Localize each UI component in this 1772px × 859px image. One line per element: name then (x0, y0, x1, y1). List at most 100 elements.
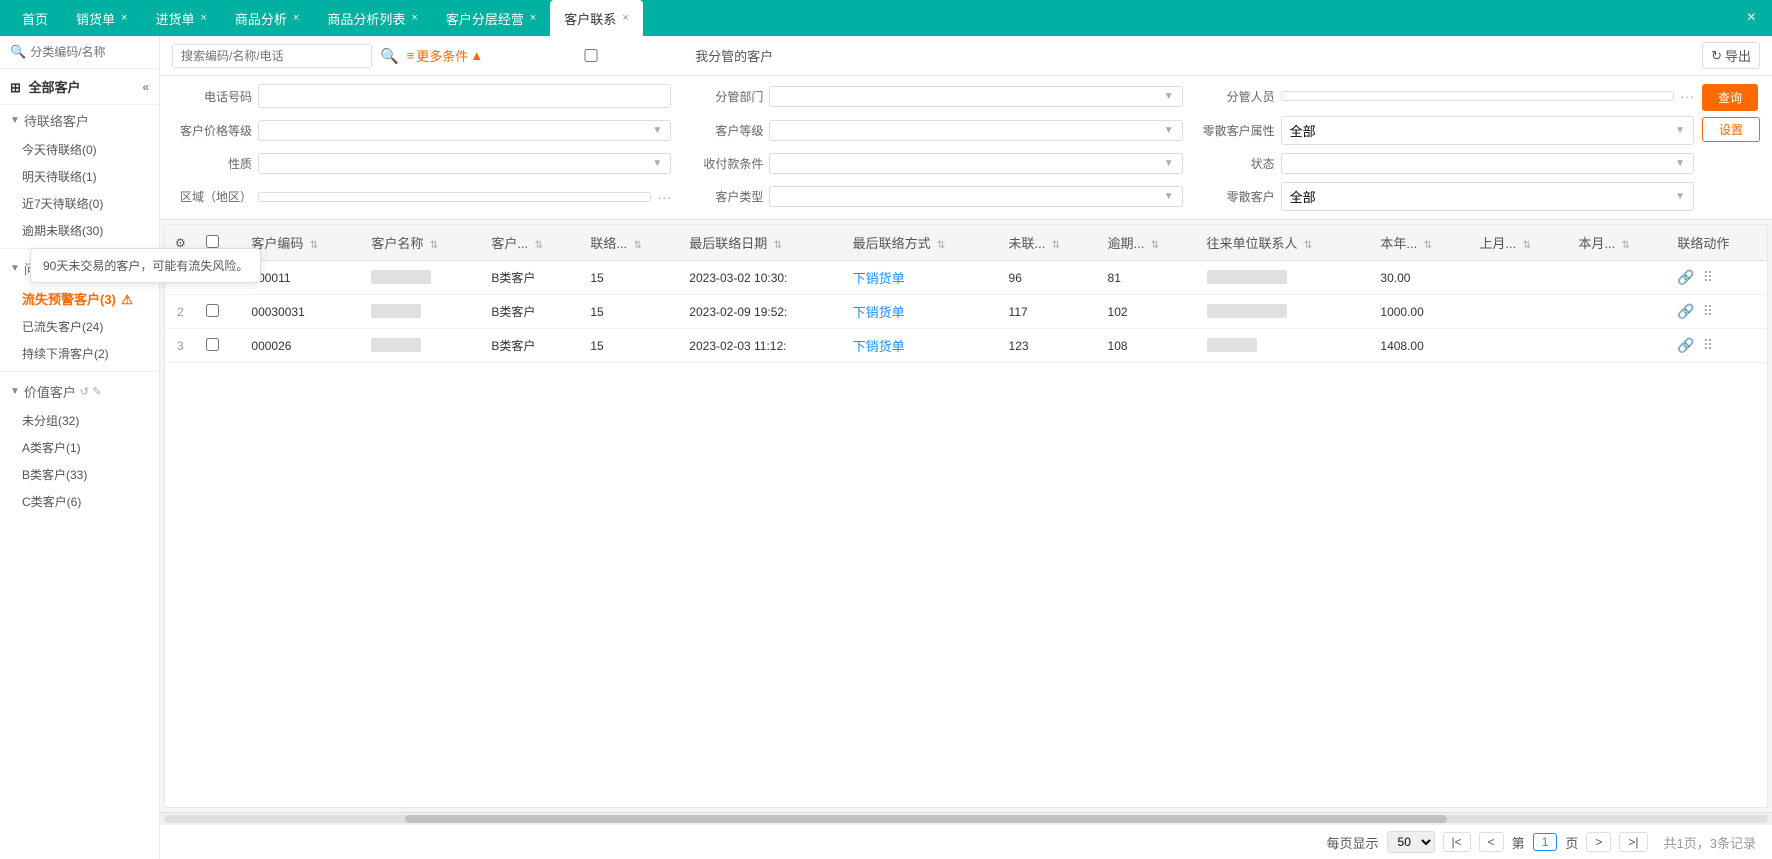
th-uncontacted[interactable]: 未联... ⇅ (999, 225, 1098, 261)
status-select[interactable]: ▼ (1281, 153, 1694, 174)
tab-purchase-order-label: 进货单 (155, 9, 194, 28)
sidebar-item-churned[interactable]: 已流失客户(24) (0, 313, 159, 340)
phone-input[interactable] (258, 84, 671, 108)
row-last-contact-way: 下销货单 (843, 295, 999, 329)
person-more-icon[interactable]: ··· (1680, 88, 1694, 104)
filter-bar: 🔍 ≡ 更多条件 ▲ 我分管的客户 ↻ 导出 (160, 36, 1772, 76)
sidebar-item-declining[interactable]: 持续下滑客户(2) (0, 340, 159, 367)
tab-sales-order[interactable]: 销货单 × (62, 0, 141, 36)
close-tab-sales-order[interactable]: × (121, 12, 127, 24)
row-checkbox[interactable] (206, 304, 219, 317)
th-customer-type[interactable]: 客户... ⇅ (481, 225, 580, 261)
query-button[interactable]: 查询 (1702, 84, 1758, 111)
last-contact-way-link[interactable]: 下销货单 (853, 305, 905, 320)
row-overdue: 108 (1098, 329, 1197, 363)
filter-row-3: 性质 ▼ 收付款条件 ▼ 状态 (172, 153, 1694, 174)
sidebar-item-class-c[interactable]: C类客户(6) (0, 488, 159, 515)
more-conditions-btn[interactable]: ≡ 更多条件 ▲ (407, 46, 483, 65)
th-overdue[interactable]: 逾期... ⇅ (1098, 225, 1197, 261)
value-group-edit-icon[interactable]: ↺ ✎ (80, 385, 102, 398)
th-last-contact-date[interactable]: 最后联络日期 ⇅ (679, 225, 842, 261)
sidebar-item-today-pending[interactable]: 今天待联络(0) (0, 136, 159, 163)
tab-purchase-order[interactable]: 进货单 × (141, 0, 220, 36)
sidebar-item-tomorrow-pending[interactable]: 明天待联络(1) (0, 163, 159, 190)
sidebar-search-input[interactable] (30, 45, 149, 59)
action-menu-icon[interactable]: ⠿ (1703, 303, 1713, 320)
search-input[interactable] (172, 44, 372, 68)
tab-product-analysis[interactable]: 商品分析 × (221, 0, 313, 36)
sidebar-group-pending[interactable]: ▼ 待联络客户 (0, 105, 159, 136)
th-name[interactable]: 客户名称 ⇅ (361, 225, 481, 261)
th-last-month[interactable]: 上月... ⇅ (1469, 225, 1568, 261)
prev-page-btn[interactable]: < (1479, 832, 1504, 852)
my-customers-checkbox-area[interactable]: 我分管的客户 (491, 46, 773, 65)
tab-customer-tier[interactable]: 客户分层经营 × (432, 0, 550, 36)
close-tab-purchase-order[interactable]: × (200, 12, 206, 24)
sidebar-all-customers[interactable]: ⊞ 全部客户 « (0, 69, 159, 105)
row-this-month (1568, 295, 1667, 329)
row-contacts (1197, 261, 1371, 295)
row-contacts (1197, 295, 1371, 329)
tab-product-analysis-list[interactable]: 商品分析列表 × (313, 0, 431, 36)
my-customers-checkbox[interactable] (491, 49, 691, 62)
filter-bar-right: ↻ 导出 (1702, 42, 1760, 69)
action-link-icon[interactable]: 🔗 (1677, 337, 1694, 354)
close-tab-customer-tier[interactable]: × (530, 12, 536, 24)
nature-select[interactable]: ▼ (258, 153, 671, 174)
customer-level-select[interactable]: ▼ (769, 120, 1182, 141)
sidebar-item-overdue-uncontacted[interactable]: 逾期未联络(30) (0, 217, 159, 244)
filter-action-buttons: 查询 设置 (1702, 84, 1760, 142)
settings-button[interactable]: 设置 (1702, 117, 1760, 142)
th-last-contact-way[interactable]: 最后联络方式 ⇅ (843, 225, 999, 261)
select-all-checkbox[interactable] (206, 235, 219, 248)
action-link-icon[interactable]: 🔗 (1677, 303, 1694, 320)
sidebar-group-value[interactable]: ▼ 价值客户 ↺ ✎ (0, 376, 159, 407)
sidebar-item-ungrouped[interactable]: 未分组(32) (0, 407, 159, 434)
export-button[interactable]: ↻ 导出 (1702, 42, 1760, 69)
filter-search-button[interactable]: 🔍 (380, 47, 399, 65)
tab-customer-contact[interactable]: 客户联系 × (550, 0, 642, 36)
tab-home[interactable]: 首页 (8, 0, 62, 36)
row-uncontacted: 96 (999, 261, 1098, 295)
payment-select[interactable]: ▼ (769, 153, 1182, 174)
action-menu-icon[interactable]: ⠿ (1703, 337, 1713, 354)
retail-attr-select[interactable]: 全部▼ (1281, 116, 1694, 145)
price-level-select[interactable]: ▼ (258, 120, 671, 141)
horizontal-scrollbar[interactable] (160, 812, 1772, 824)
th-this-year[interactable]: 本年... ⇅ (1370, 225, 1469, 261)
first-page-btn[interactable]: |< (1443, 832, 1471, 852)
th-this-month[interactable]: 本月... ⇅ (1568, 225, 1667, 261)
row-name (361, 261, 481, 295)
filter-field-dept: 分管部门 ▼ (683, 86, 1182, 107)
action-menu-icon[interactable]: ⠿ (1703, 269, 1713, 286)
close-tab-product-analysis[interactable]: × (293, 12, 299, 24)
th-contacts[interactable]: 往来单位联系人 ⇅ (1197, 225, 1371, 261)
row-checkbox[interactable] (206, 338, 219, 351)
close-tab-customer-contact[interactable]: × (622, 12, 628, 24)
last-page-btn[interactable]: >| (1619, 832, 1647, 852)
sidebar-item-class-a[interactable]: A类客户(1) (0, 434, 159, 461)
th-contact-count[interactable]: 联络... ⇅ (580, 225, 679, 261)
row-name (361, 295, 481, 329)
region-more-icon[interactable]: ··· (657, 189, 671, 205)
retail-customer-select[interactable]: 全部▼ (1281, 182, 1694, 211)
window-close-icon[interactable]: × (1739, 9, 1764, 27)
row-name (361, 329, 481, 363)
action-link-icon[interactable]: 🔗 (1677, 269, 1694, 286)
filter-row-4: 区域（地区） ··· 客户类型 ▼ (172, 182, 1694, 211)
dept-select[interactable]: ▼ (769, 86, 1182, 107)
person-select[interactable] (1281, 91, 1674, 101)
next-page-btn[interactable]: > (1586, 832, 1611, 852)
close-tab-product-analysis-list[interactable]: × (411, 12, 417, 24)
sidebar-item-class-b[interactable]: B类客户(33) (0, 461, 159, 488)
sidebar-item-churn-warning[interactable]: 流失预警客户(3) ⚠ (0, 284, 159, 313)
filter-field-person: 分管人员 ··· (1195, 88, 1694, 105)
scrollbar-thumb[interactable] (405, 815, 1448, 823)
last-contact-way-link[interactable]: 下销货单 (853, 271, 905, 286)
customer-type-select[interactable]: ▼ (769, 186, 1182, 207)
per-page-select[interactable]: 50 (1387, 831, 1435, 853)
region-select[interactable] (258, 192, 651, 202)
last-contact-way-link[interactable]: 下销货单 (853, 339, 905, 354)
sidebar-item-7day-pending[interactable]: 近7天待联络(0) (0, 190, 159, 217)
row-overdue: 102 (1098, 295, 1197, 329)
